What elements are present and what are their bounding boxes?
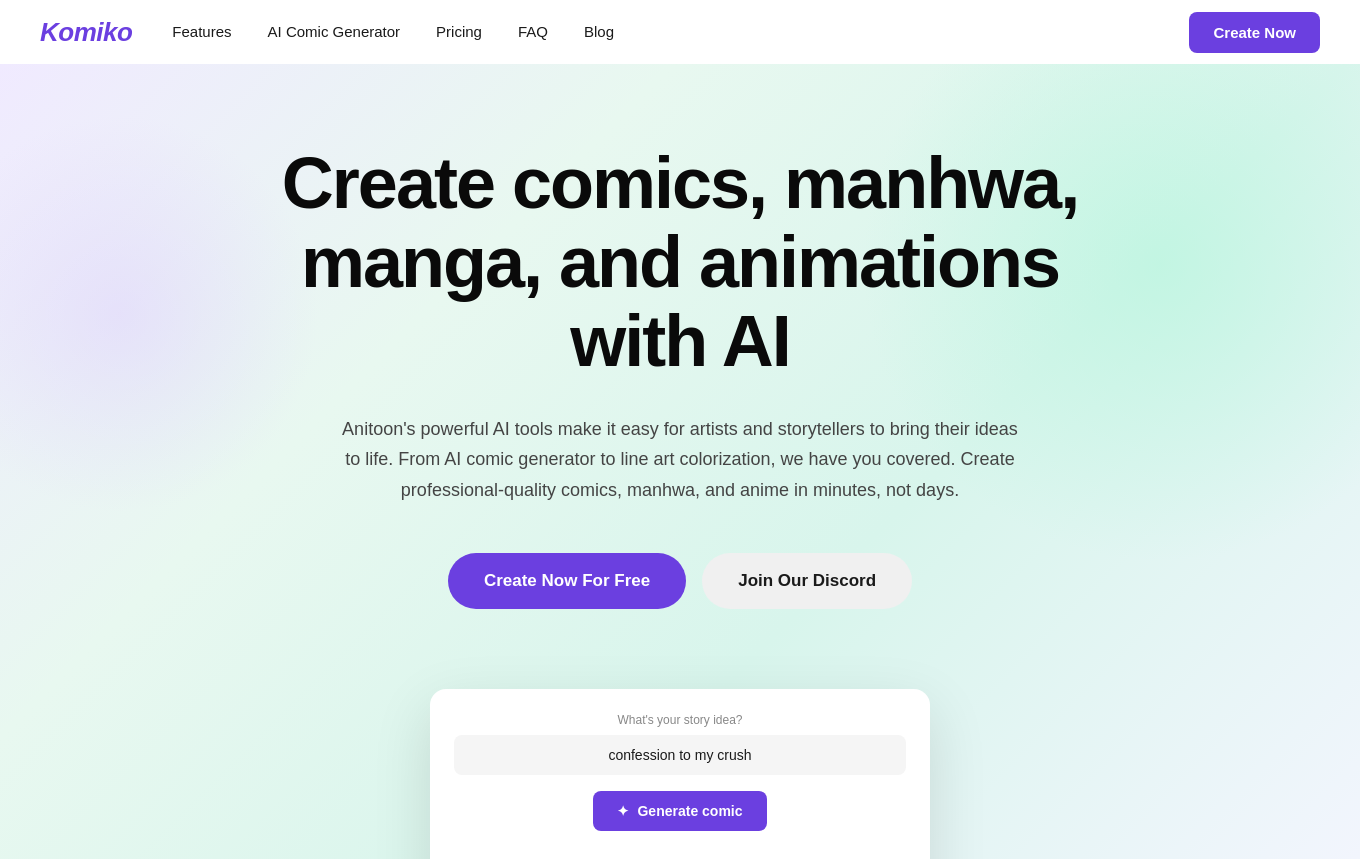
nav-links: Features AI Comic Generator Pricing FAQ … <box>172 23 614 41</box>
hero-section: Create comics, manhwa, manga, and animat… <box>0 64 1360 859</box>
sparkle-icon: ✦ <box>617 803 629 819</box>
hero-title: Create comics, manhwa, manga, and animat… <box>230 144 1130 382</box>
nav-item-pricing[interactable]: Pricing <box>436 23 482 41</box>
logo[interactable]: Komiko <box>40 17 132 48</box>
nav-link-faq[interactable]: FAQ <box>518 23 548 40</box>
join-discord-button[interactable]: Join Our Discord <box>702 553 912 609</box>
hero-description: Anitoon's powerful AI tools make it easy… <box>340 414 1020 506</box>
nav-link-features[interactable]: Features <box>172 23 231 40</box>
demo-preview-card: What's your story idea? confession to my… <box>430 689 930 859</box>
hero-buttons: Create Now For Free Join Our Discord <box>448 553 912 609</box>
hero-content: Create comics, manhwa, manga, and animat… <box>230 64 1130 859</box>
nav-item-ai-comic[interactable]: AI Comic Generator <box>268 23 401 41</box>
generate-comic-button[interactable]: ✦ Generate comic <box>593 791 766 831</box>
navbar: Komiko Features AI Comic Generator Prici… <box>0 0 1360 64</box>
demo-input-label: What's your story idea? <box>454 713 906 727</box>
nav-link-pricing[interactable]: Pricing <box>436 23 482 40</box>
demo-comic-title: CRUSH CONFESSION CATASTROPHE <box>430 855 930 859</box>
navbar-left: Komiko Features AI Comic Generator Prici… <box>40 17 614 48</box>
navbar-cta-button[interactable]: Create Now <box>1189 12 1320 53</box>
nav-item-features[interactable]: Features <box>172 23 231 41</box>
nav-link-ai-comic[interactable]: AI Comic Generator <box>268 23 401 40</box>
demo-input-value[interactable]: confession to my crush <box>454 735 906 775</box>
logo-text: Komiko <box>40 17 132 48</box>
demo-inner: What's your story idea? confession to my… <box>430 689 930 855</box>
create-now-free-button[interactable]: Create Now For Free <box>448 553 686 609</box>
nav-item-blog[interactable]: Blog <box>584 23 614 41</box>
nav-link-blog[interactable]: Blog <box>584 23 614 40</box>
generate-comic-label: Generate comic <box>637 803 742 819</box>
nav-item-faq[interactable]: FAQ <box>518 23 548 41</box>
